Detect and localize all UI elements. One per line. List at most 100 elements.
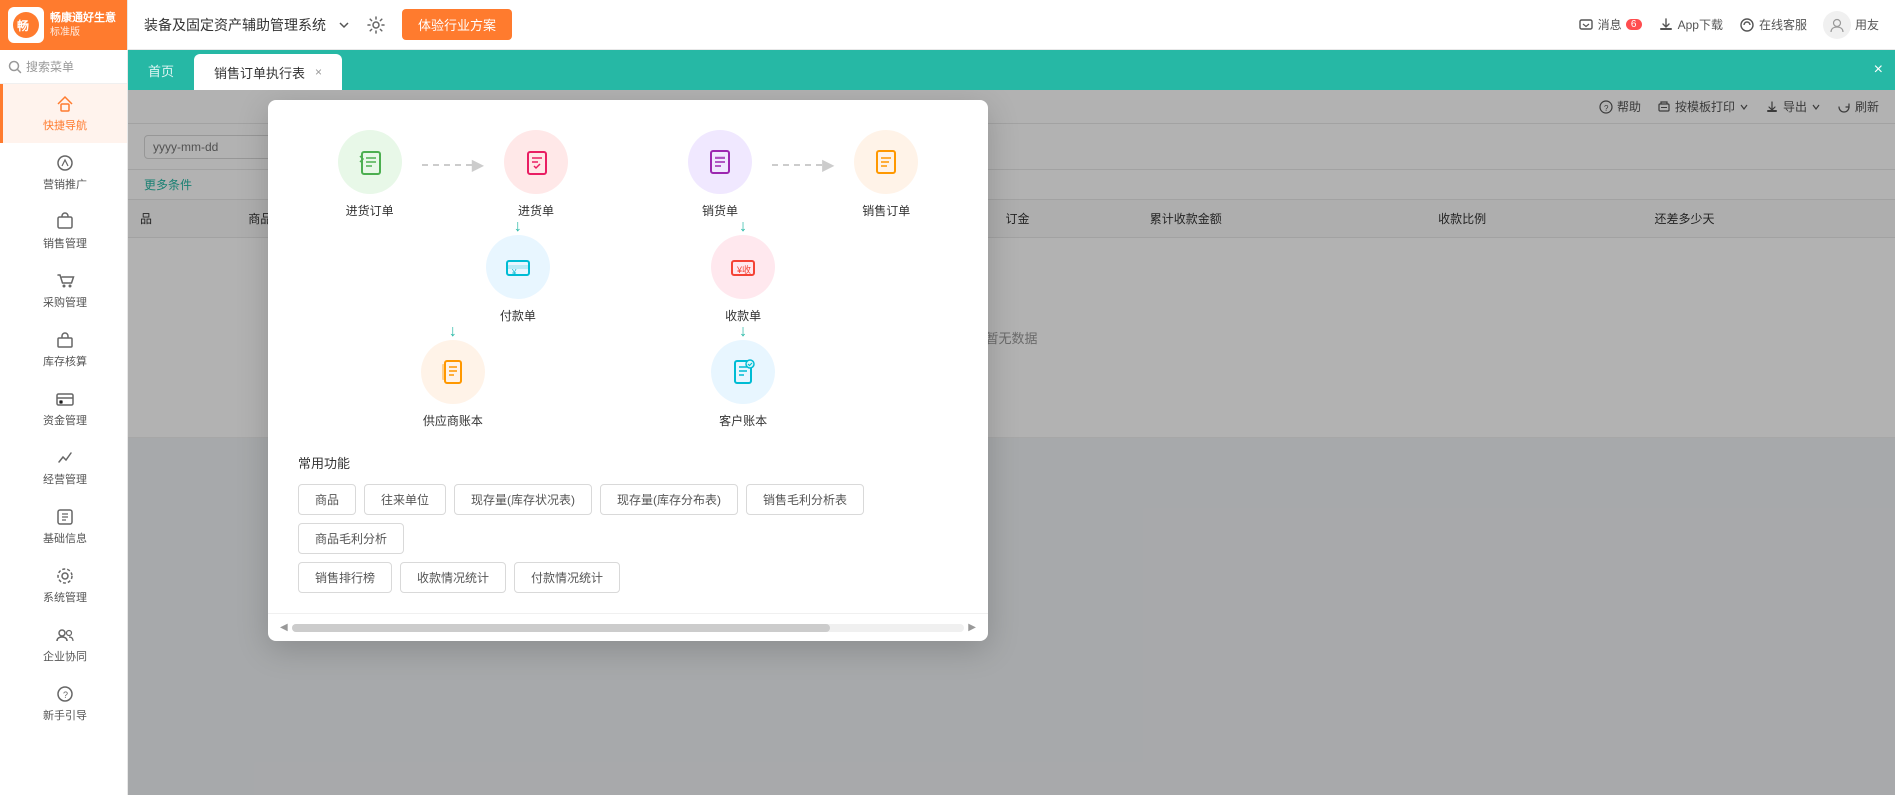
main-content: 装备及固定资产辅助管理系统 体验行业方案 消息 6: [128, 0, 1895, 795]
sidebar-item-label: 库存核算: [43, 353, 87, 369]
purchase-order-label: 进货订单: [346, 202, 394, 219]
scroll-left-icon[interactable]: ◀: [280, 622, 288, 633]
sidebar-item-label: 销售管理: [43, 235, 87, 251]
sidebar-item-operation[interactable]: 经营管理: [0, 438, 127, 497]
payment-icon: ¥: [486, 235, 550, 299]
flow-node-customer-ledger[interactable]: 客户账本: [711, 340, 775, 429]
scroll-right-icon[interactable]: ▶: [968, 622, 976, 633]
logo-text: 畅康通好生意 标准版: [50, 11, 116, 38]
flow-node-purchase-order[interactable]: 进货订单: [338, 130, 402, 219]
avatar: [1823, 11, 1851, 39]
sidebar-item-finance[interactable]: 资金管理: [0, 379, 127, 438]
topbar: 装备及固定资产辅助管理系统 体验行业方案 消息 6: [128, 0, 1895, 50]
trial-btn[interactable]: 体验行业方案: [402, 9, 512, 40]
quick-nav-popup: 进货订单 ▶: [268, 100, 988, 641]
finance-icon: [55, 389, 75, 409]
sidebar-item-quick-nav[interactable]: 快捷导航: [0, 84, 127, 143]
scrollbar-track[interactable]: [292, 624, 965, 632]
purchase-order-icon: [338, 130, 402, 194]
sidebar: 畅 畅康通好生意 标准版 搜索菜单 快捷导航: [0, 0, 128, 795]
sales-order-label: 销售订单: [862, 202, 910, 219]
sidebar-item-sales[interactable]: 销售管理: [0, 202, 127, 261]
sales-bill-label: 销货单: [702, 202, 738, 219]
marketing-icon: [55, 153, 75, 173]
svg-text:?: ?: [63, 690, 68, 700]
sidebar-logo: 畅 畅康通好生意 标准版: [0, 0, 127, 50]
common-btn-contacts[interactable]: 往来单位: [364, 484, 446, 515]
system-icon: [55, 566, 75, 586]
download-icon: [1658, 17, 1674, 33]
sales-order-icon: [854, 130, 918, 194]
supplier-ledger-icon: [421, 340, 485, 404]
flow-node-sales-bill[interactable]: 销货单: [688, 130, 752, 219]
popup-overlay[interactable]: 进货订单 ▶: [128, 90, 1895, 795]
close-all-tabs-btn[interactable]: ×: [1874, 61, 1883, 79]
flow-node-payment[interactable]: ¥ 付款单: [486, 235, 550, 324]
sales-icon: [55, 212, 75, 232]
system-dropdown[interactable]: [338, 19, 350, 31]
purchase-icon: [55, 271, 75, 291]
sidebar-item-marketing[interactable]: 营销推广: [0, 143, 127, 202]
online-service-btn[interactable]: 在线客服: [1739, 16, 1807, 33]
sidebar-item-label: 营销推广: [43, 176, 87, 192]
flow-node-sales-order[interactable]: 销售订单: [854, 130, 918, 219]
sidebar-item-label: 快捷导航: [43, 117, 87, 133]
sidebar-item-label: 基础信息: [43, 530, 87, 546]
flow-node-supplier-ledger[interactable]: 供应商账本: [421, 340, 485, 429]
common-btn-sales-rank[interactable]: 销售排行榜: [298, 562, 392, 593]
operation-icon: [55, 448, 75, 468]
flow-node-purchase-bill[interactable]: 进货单: [504, 130, 568, 219]
common-btn-stock-dist[interactable]: 现存量(库存分布表): [600, 484, 738, 515]
sidebar-item-label: 系统管理: [43, 589, 87, 605]
tab-home-label: 首页: [148, 61, 174, 80]
common-btn-product-profit[interactable]: 商品毛利分析: [298, 523, 404, 554]
home-icon: [55, 94, 75, 114]
tab-label: 销售订单执行表: [214, 63, 305, 82]
tab-sales-order-exec[interactable]: 销售订单执行表 ×: [194, 54, 342, 90]
supplier-ledger-label: 供应商账本: [423, 412, 483, 429]
common-btn-sales-profit[interactable]: 销售毛利分析表: [746, 484, 864, 515]
inventory-icon: [55, 330, 75, 350]
common-buttons-row2: 销售排行榜 收款情况统计 付款情况统计: [298, 562, 958, 593]
common-btn-stock-status[interactable]: 现存量(库存状况表): [454, 484, 592, 515]
sidebar-item-basic-info[interactable]: 基础信息: [0, 497, 127, 556]
customer-ledger-icon: [711, 340, 775, 404]
sidebar-item-label: 采购管理: [43, 294, 87, 310]
svg-text:¥: ¥: [511, 268, 517, 277]
common-functions-title: 常用功能: [298, 453, 958, 472]
guide-icon: ?: [55, 684, 75, 704]
enterprise-icon: [55, 625, 75, 645]
payment-label: 付款单: [500, 307, 536, 324]
tab-close-icon[interactable]: ×: [315, 65, 322, 79]
common-buttons-container: 商品 往来单位 现存量(库存状况表) 现存量(库存分布表) 销售毛利分析表 商品…: [298, 484, 958, 554]
receipt-icon: ¥收: [711, 235, 775, 299]
system-title: 装备及固定资产辅助管理系统: [144, 15, 326, 35]
app-download-btn[interactable]: App下载: [1658, 16, 1723, 33]
message-btn[interactable]: 消息 6: [1578, 16, 1642, 33]
common-btn-product[interactable]: 商品: [298, 484, 356, 515]
settings-icon[interactable]: [362, 11, 390, 39]
purchase-bill-label: 进货单: [518, 202, 554, 219]
sidebar-search[interactable]: 搜索菜单: [0, 50, 127, 84]
topbar-right: 消息 6 App下载 在线客服: [1578, 11, 1879, 39]
user-menu[interactable]: 用友: [1823, 11, 1879, 39]
flow-node-receipt[interactable]: ¥收 收款单: [711, 235, 775, 324]
common-btn-receipt-stats[interactable]: 收款情况统计: [400, 562, 506, 593]
svg-text:¥收: ¥收: [736, 264, 751, 275]
common-btn-payment-stats[interactable]: 付款情况统计: [514, 562, 620, 593]
sidebar-item-guide[interactable]: ? 新手引导: [0, 674, 127, 733]
sidebar-item-label: 新手引导: [43, 707, 87, 723]
chevron-down-icon: [338, 19, 350, 31]
sidebar-item-enterprise[interactable]: 企业协同: [0, 615, 127, 674]
sidebar-item-label: 资金管理: [43, 412, 87, 428]
scrollbar-thumb[interactable]: [292, 624, 830, 632]
sidebar-item-purchase[interactable]: 采购管理: [0, 261, 127, 320]
content-area: ? 帮助 按模板打印 导出 刷新: [128, 90, 1895, 795]
receipt-label: 收款单: [725, 307, 761, 324]
search-icon: [8, 60, 22, 74]
popup-scrollbar[interactable]: ◀ ▶: [268, 613, 988, 641]
basic-info-icon: [55, 507, 75, 527]
sidebar-item-system[interactable]: 系统管理: [0, 556, 127, 615]
sidebar-item-inventory[interactable]: 库存核算: [0, 320, 127, 379]
tab-home[interactable]: 首页: [128, 50, 194, 90]
